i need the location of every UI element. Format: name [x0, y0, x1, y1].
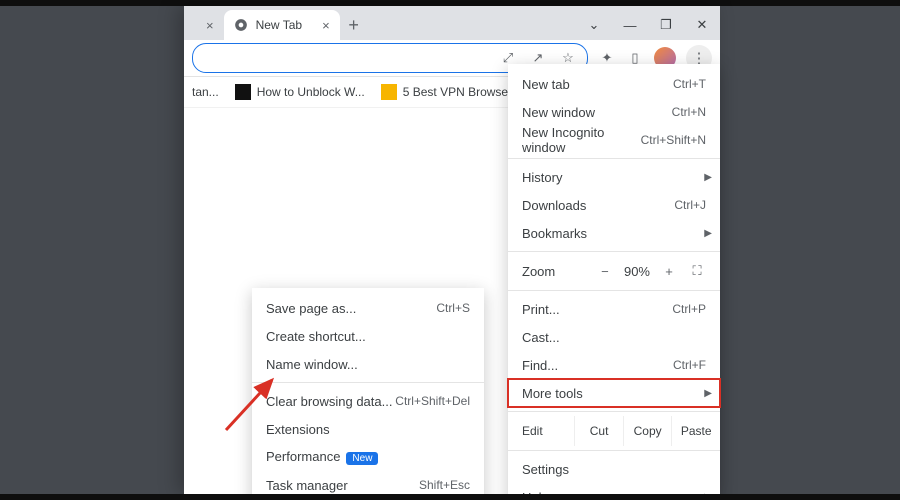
menu-help[interactable]: Help▶	[508, 483, 720, 500]
menu-downloads[interactable]: DownloadsCtrl+J	[508, 191, 720, 219]
copy-button[interactable]: Copy	[623, 416, 672, 446]
menu-more-tools[interactable]: More tools▶	[508, 379, 720, 407]
favicon-icon	[235, 84, 251, 100]
tab-strip: × New Tab × + ⌄ — ❐ ✕	[184, 6, 720, 40]
separator	[508, 450, 720, 451]
chrome-menu: New tabCtrl+T New windowCtrl+N New Incog…	[508, 64, 720, 500]
close-icon[interactable]: ×	[206, 18, 214, 33]
window-controls: ⌄ — ❐ ✕	[576, 10, 720, 40]
paste-button[interactable]: Paste	[671, 416, 720, 446]
close-icon[interactable]: ×	[322, 18, 330, 33]
tab-search-button[interactable]: ⌄	[576, 10, 612, 40]
close-window-button[interactable]: ✕	[684, 10, 720, 40]
separator	[508, 411, 720, 412]
menu-print[interactable]: Print...Ctrl+P	[508, 295, 720, 323]
edit-label: Edit	[508, 416, 574, 446]
chevron-right-icon: ▶	[704, 492, 712, 500]
bookmark-item[interactable]: tan...	[192, 85, 219, 99]
submenu-performance[interactable]: PerformanceNew	[252, 443, 484, 471]
separator	[508, 290, 720, 291]
tab-title: New Tab	[256, 18, 302, 32]
menu-incognito[interactable]: New Incognito windowCtrl+Shift+N	[508, 126, 720, 154]
chevron-right-icon: ▶	[704, 172, 712, 183]
new-tab-button[interactable]: +	[340, 10, 368, 40]
menu-new-tab[interactable]: New tabCtrl+T	[508, 70, 720, 98]
more-tools-submenu: Save page as...Ctrl+S Create shortcut...…	[252, 288, 484, 500]
bookmark-item[interactable]: 5 Best VPN Browser...	[381, 84, 522, 100]
menu-bookmarks[interactable]: Bookmarks▶	[508, 219, 720, 247]
cut-button[interactable]: Cut	[574, 416, 623, 446]
separator	[508, 158, 720, 159]
zoom-out-button[interactable]: −	[596, 264, 614, 279]
menu-edit-row: Edit Cut Copy Paste	[508, 416, 720, 446]
menu-find[interactable]: Find...Ctrl+F	[508, 351, 720, 379]
menu-zoom: Zoom − 90% + ⛶	[508, 256, 720, 286]
desktop-background: e + shortcut × New Tab × + ⌄ — ❐	[0, 6, 900, 494]
tab-inactive[interactable]: ×	[184, 10, 224, 40]
submenu-create-shortcut[interactable]: Create shortcut...	[252, 322, 484, 350]
tab-active[interactable]: New Tab ×	[224, 10, 340, 40]
maximize-button[interactable]: ❐	[648, 10, 684, 40]
minimize-button[interactable]: —	[612, 10, 648, 40]
submenu-save-page[interactable]: Save page as...Ctrl+S	[252, 294, 484, 322]
menu-settings[interactable]: Settings	[508, 455, 720, 483]
fullscreen-icon[interactable]: ⛶	[688, 263, 706, 279]
submenu-task-manager[interactable]: Task managerShift+Esc	[252, 471, 484, 499]
submenu-clear-browsing-data[interactable]: Clear browsing data...Ctrl+Shift+Del	[252, 387, 484, 415]
separator	[508, 251, 720, 252]
chrome-icon	[234, 18, 248, 32]
menu-new-window[interactable]: New windowCtrl+N	[508, 98, 720, 126]
favicon-icon	[381, 84, 397, 100]
menu-cast[interactable]: Cast...	[508, 323, 720, 351]
new-badge: New	[346, 452, 378, 465]
menu-history[interactable]: History▶	[508, 163, 720, 191]
zoom-level: 90%	[624, 264, 650, 279]
chevron-right-icon: ▶	[704, 228, 712, 239]
bookmark-item[interactable]: How to Unblock W...	[235, 84, 365, 100]
chevron-right-icon: ▶	[704, 388, 712, 399]
zoom-in-button[interactable]: +	[660, 264, 678, 279]
submenu-name-window[interactable]: Name window...	[252, 350, 484, 378]
separator	[252, 382, 484, 383]
submenu-extensions[interactable]: Extensions	[252, 415, 484, 443]
screenshot-root: e + shortcut × New Tab × + ⌄ — ❐	[0, 0, 900, 500]
